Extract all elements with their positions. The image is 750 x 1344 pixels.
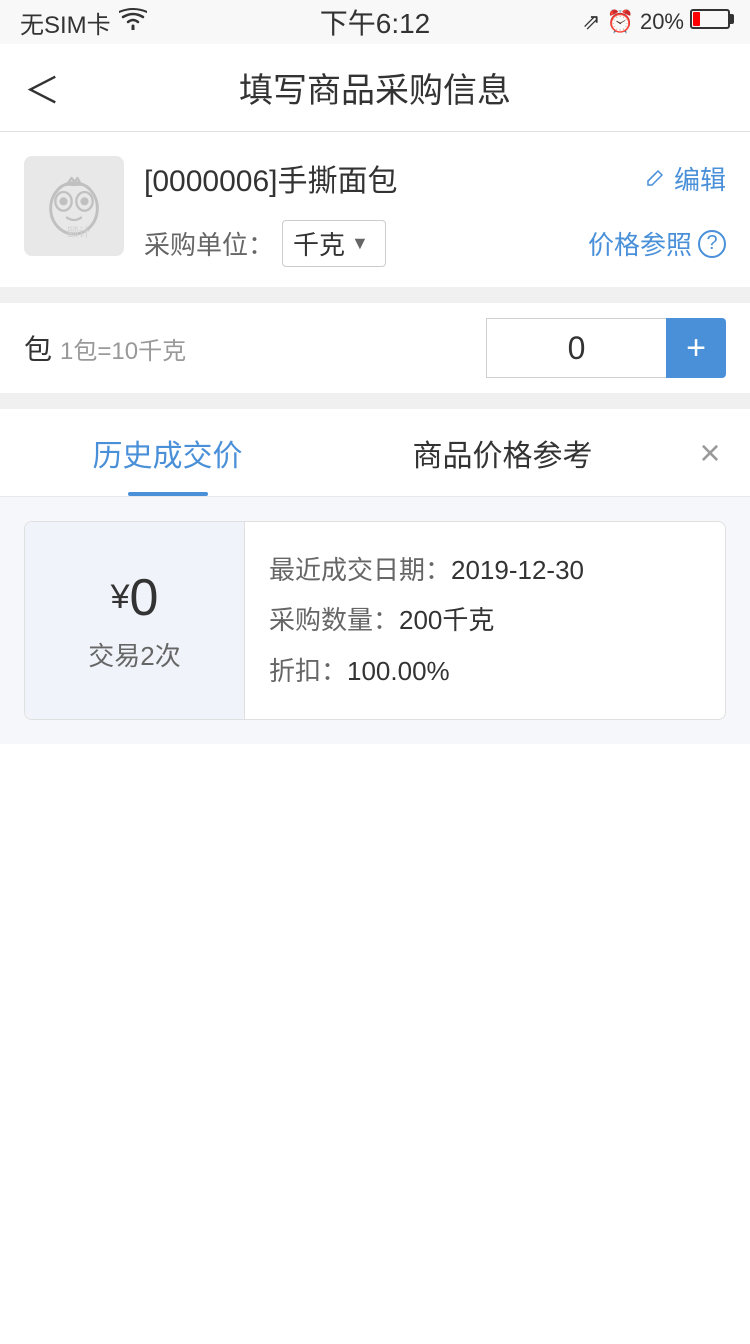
quantity-plus-button[interactable]: + [666,318,726,378]
unit-label: 采购单位： 千克 ▼ [144,220,386,267]
battery-percent: 20% [640,9,684,35]
product-header: [0000006]手撕面包 编辑 [144,156,726,200]
tab-active-indicator [128,492,208,496]
purchase-qty-row: 采购数量：200千克 [269,602,701,638]
product-thumbnail: 颐计 [24,156,124,256]
transaction-details: 最近成交日期：2019-12-30 采购数量：200千克 折扣：100.00% [245,522,725,719]
transaction-summary: ¥0 交易2次 [25,522,245,719]
status-right: ⇗ ⏰ 20% [582,9,730,35]
back-button[interactable]: ＜ [24,62,60,114]
wifi-icon [119,8,147,37]
carrier-label: 无SIM卡 [20,5,111,40]
recent-date-row: 最近成交日期：2019-12-30 [269,552,701,588]
tabs-panel: 历史成交价 商品价格参考 × ¥0 交易2次 最近成交日期：2019-12-30… [0,409,750,744]
alarm-icon: ⏰ [607,9,634,35]
quantity-hint: 1包=10千克 [60,331,486,366]
status-bar: 无SIM卡 下午6:12 ⇗ ⏰ 20% [0,0,750,44]
bottom-area [0,744,750,1344]
transaction-list: ¥0 交易2次 最近成交日期：2019-12-30 采购数量：200千克 折扣：… [0,497,750,744]
product-info: [0000006]手撕面包 编辑 采购单位： 千克 ▼ 价格参照 ? [144,156,726,267]
location-icon: ⇗ [582,9,600,35]
discount-row: 折扣：100.00% [269,653,701,689]
nav-bar: ＜ 填写商品采购信息 [0,44,750,132]
quantity-control: + [486,318,726,378]
tab-price-reference[interactable]: 商品价格参考 [335,409,670,496]
currency-symbol: ¥ [111,578,130,617]
status-time: 下午6:12 [320,2,431,42]
unit-select[interactable]: 千克 ▼ [282,220,386,267]
transaction-card: ¥0 交易2次 最近成交日期：2019-12-30 采购数量：200千克 折扣：… [24,521,726,720]
dropdown-arrow: ▼ [351,233,369,254]
tab-close-button[interactable]: × [670,432,750,474]
tabs-header: 历史成交价 商品价格参考 × [0,409,750,497]
quantity-unit: 包 [24,328,52,368]
product-unit-row: 采购单位： 千克 ▼ 价格参照 ? [144,220,726,267]
tab-history-price[interactable]: 历史成交价 [0,409,335,496]
section-divider [0,287,750,303]
status-left: 无SIM卡 [20,5,147,40]
battery-icon [690,9,730,35]
product-name: [0000006]手撕面包 [144,156,397,200]
page-title: 填写商品采购信息 [239,63,511,112]
edit-button[interactable]: 编辑 [644,160,726,197]
quantity-input[interactable] [486,318,666,378]
help-icon: ? [698,230,726,258]
transaction-price: ¥0 [111,568,159,628]
svg-text:颐计: 颐计 [67,226,91,239]
product-card: 颐计 [0000006]手撕面包 编辑 采购单位： 千克 ▼ [0,132,750,287]
transaction-count: 交易2次 [88,636,180,673]
quantity-row: 包 1包=10千克 + [0,303,750,393]
price-ref-button[interactable]: 价格参照 ? [588,225,726,262]
